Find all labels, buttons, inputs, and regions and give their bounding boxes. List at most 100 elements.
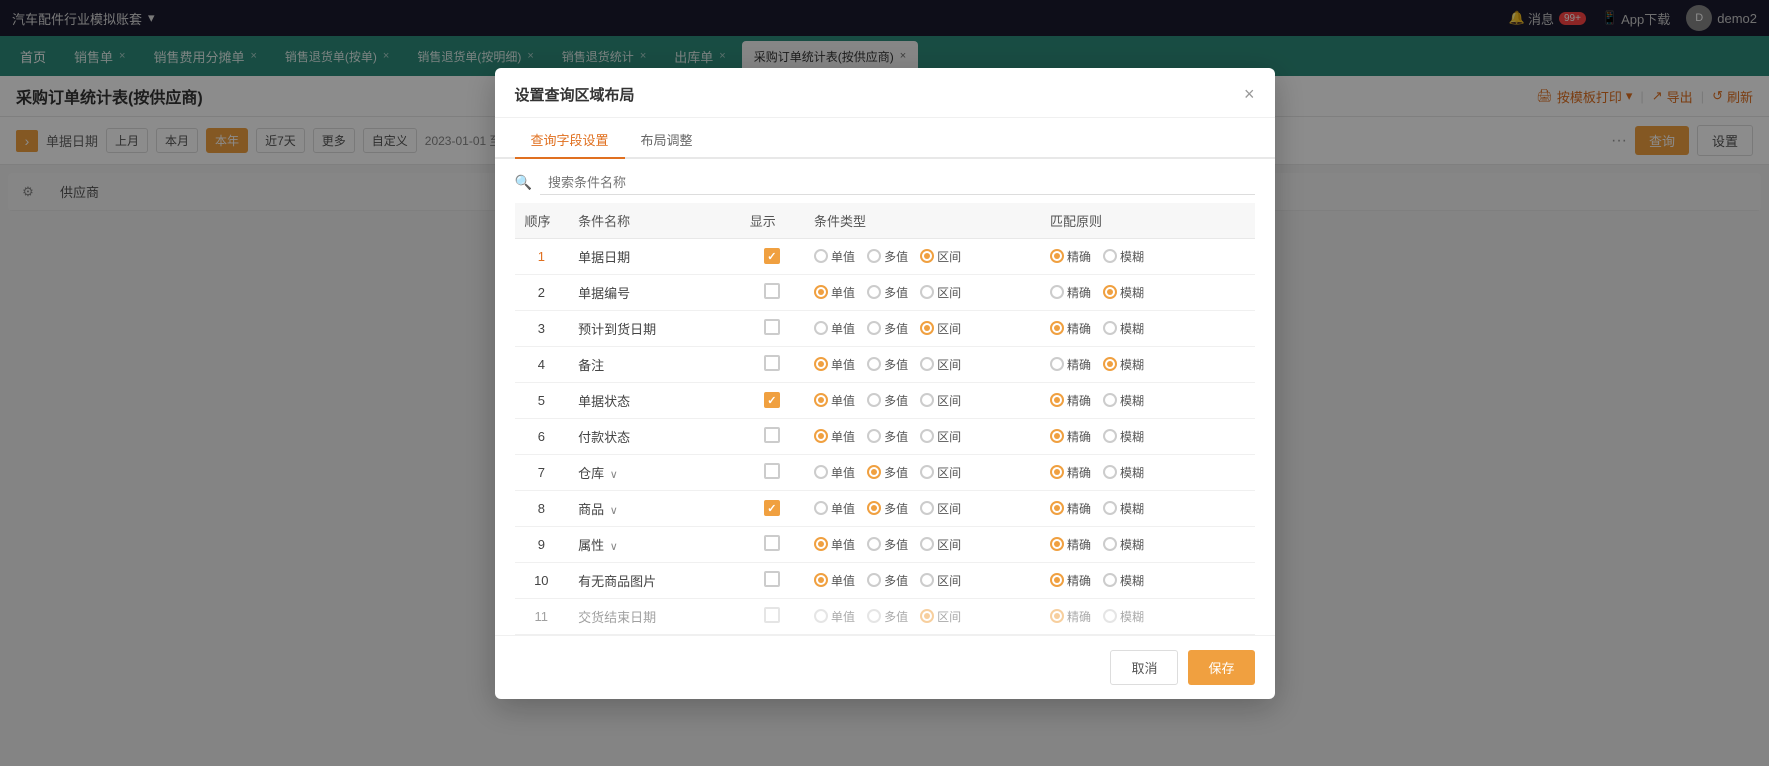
type-range-radio[interactable]	[920, 609, 934, 623]
type-range-radio[interactable]	[920, 357, 934, 371]
match-fuzzy-option[interactable]: 模糊	[1103, 536, 1144, 553]
show-checkbox[interactable]	[764, 463, 780, 479]
show-checkbox[interactable]	[764, 500, 780, 516]
type-single-option[interactable]: 单值	[814, 500, 855, 517]
match-exact-radio[interactable]	[1050, 429, 1064, 443]
condition-dropdown-icon[interactable]: ∨	[610, 469, 618, 481]
type-multi-radio[interactable]	[867, 537, 881, 551]
match-fuzzy-option[interactable]: 模糊	[1103, 500, 1144, 517]
type-multi-radio[interactable]	[867, 357, 881, 371]
match-exact-radio[interactable]	[1050, 249, 1064, 263]
show-checkbox[interactable]	[764, 392, 780, 408]
match-fuzzy-option[interactable]: 模糊	[1103, 284, 1144, 301]
match-fuzzy-radio[interactable]	[1103, 429, 1117, 443]
match-exact-option[interactable]: 精确	[1050, 356, 1091, 373]
match-fuzzy-option[interactable]: 模糊	[1103, 356, 1144, 373]
type-single-radio[interactable]	[814, 609, 828, 623]
match-exact-option[interactable]: 精确	[1050, 572, 1091, 589]
match-fuzzy-option[interactable]: 模糊	[1103, 608, 1144, 625]
type-multi-radio[interactable]	[867, 321, 881, 335]
show-checkbox[interactable]	[764, 319, 780, 335]
match-exact-radio[interactable]	[1050, 537, 1064, 551]
type-single-radio[interactable]	[814, 429, 828, 443]
match-exact-radio[interactable]	[1050, 321, 1064, 335]
match-fuzzy-option[interactable]: 模糊	[1103, 464, 1144, 481]
match-exact-option[interactable]: 精确	[1050, 464, 1091, 481]
type-range-option[interactable]: 区间	[920, 572, 961, 589]
type-single-radio[interactable]	[814, 357, 828, 371]
type-single-radio[interactable]	[814, 249, 828, 263]
type-range-radio[interactable]	[920, 429, 934, 443]
match-fuzzy-radio[interactable]	[1103, 537, 1117, 551]
type-range-option[interactable]: 区间	[920, 392, 961, 409]
show-checkbox[interactable]	[764, 607, 780, 623]
type-range-option[interactable]: 区间	[920, 500, 961, 517]
type-single-radio[interactable]	[814, 537, 828, 551]
tab-query-field-settings[interactable]: 查询字段设置	[515, 122, 625, 159]
type-range-radio[interactable]	[920, 465, 934, 479]
type-single-option[interactable]: 单值	[814, 536, 855, 553]
condition-dropdown-icon[interactable]: ∨	[610, 541, 618, 553]
type-range-radio[interactable]	[920, 537, 934, 551]
type-multi-option[interactable]: 多值	[867, 572, 908, 589]
type-multi-option[interactable]: 多值	[867, 536, 908, 553]
type-single-radio[interactable]	[814, 501, 828, 515]
match-fuzzy-radio[interactable]	[1103, 285, 1117, 299]
match-exact-radio[interactable]	[1050, 465, 1064, 479]
match-exact-radio[interactable]	[1050, 357, 1064, 371]
type-multi-radio[interactable]	[867, 573, 881, 587]
match-fuzzy-radio[interactable]	[1103, 249, 1117, 263]
show-checkbox[interactable]	[764, 355, 780, 371]
match-fuzzy-option[interactable]: 模糊	[1103, 572, 1144, 589]
match-exact-option[interactable]: 精确	[1050, 284, 1091, 301]
match-exact-option[interactable]: 精确	[1050, 320, 1091, 337]
show-checkbox[interactable]	[764, 248, 780, 264]
type-multi-option[interactable]: 多值	[867, 248, 908, 265]
type-multi-radio[interactable]	[867, 429, 881, 443]
match-fuzzy-radio[interactable]	[1103, 321, 1117, 335]
modal-close-button[interactable]: ×	[1244, 85, 1255, 103]
cancel-button[interactable]: 取消	[1110, 650, 1178, 685]
match-fuzzy-radio[interactable]	[1103, 393, 1117, 407]
show-checkbox[interactable]	[764, 535, 780, 551]
type-range-option[interactable]: 区间	[920, 284, 961, 301]
type-single-option[interactable]: 单值	[814, 320, 855, 337]
type-range-option[interactable]: 区间	[920, 356, 961, 373]
type-range-radio[interactable]	[920, 393, 934, 407]
type-single-option[interactable]: 单值	[814, 356, 855, 373]
match-exact-radio[interactable]	[1050, 393, 1064, 407]
match-exact-option[interactable]: 精确	[1050, 392, 1091, 409]
type-single-option[interactable]: 单值	[814, 248, 855, 265]
type-multi-radio[interactable]	[867, 393, 881, 407]
type-multi-option[interactable]: 多值	[867, 428, 908, 445]
match-exact-option[interactable]: 精确	[1050, 248, 1091, 265]
type-single-radio[interactable]	[814, 393, 828, 407]
match-exact-radio[interactable]	[1050, 501, 1064, 515]
match-fuzzy-radio[interactable]	[1103, 609, 1117, 623]
match-fuzzy-option[interactable]: 模糊	[1103, 392, 1144, 409]
match-exact-option[interactable]: 精确	[1050, 428, 1091, 445]
match-fuzzy-option[interactable]: 模糊	[1103, 428, 1144, 445]
type-range-radio[interactable]	[920, 285, 934, 299]
search-input[interactable]	[540, 171, 1255, 195]
show-checkbox[interactable]	[764, 283, 780, 299]
match-exact-radio[interactable]	[1050, 609, 1064, 623]
match-fuzzy-option[interactable]: 模糊	[1103, 248, 1144, 265]
type-single-option[interactable]: 单值	[814, 392, 855, 409]
type-range-option[interactable]: 区间	[920, 536, 961, 553]
match-exact-option[interactable]: 精确	[1050, 500, 1091, 517]
type-range-option[interactable]: 区间	[920, 248, 961, 265]
type-single-option[interactable]: 单值	[814, 464, 855, 481]
type-range-option[interactable]: 区间	[920, 428, 961, 445]
type-multi-radio[interactable]	[867, 609, 881, 623]
type-single-radio[interactable]	[814, 465, 828, 479]
type-range-radio[interactable]	[920, 501, 934, 515]
type-range-radio[interactable]	[920, 573, 934, 587]
type-range-option[interactable]: 区间	[920, 464, 961, 481]
match-fuzzy-radio[interactable]	[1103, 501, 1117, 515]
type-single-option[interactable]: 单值	[814, 284, 855, 301]
type-range-option[interactable]: 区间	[920, 608, 961, 625]
type-single-option[interactable]: 单值	[814, 428, 855, 445]
condition-dropdown-icon[interactable]: ∨	[610, 505, 618, 517]
type-range-radio[interactable]	[920, 321, 934, 335]
